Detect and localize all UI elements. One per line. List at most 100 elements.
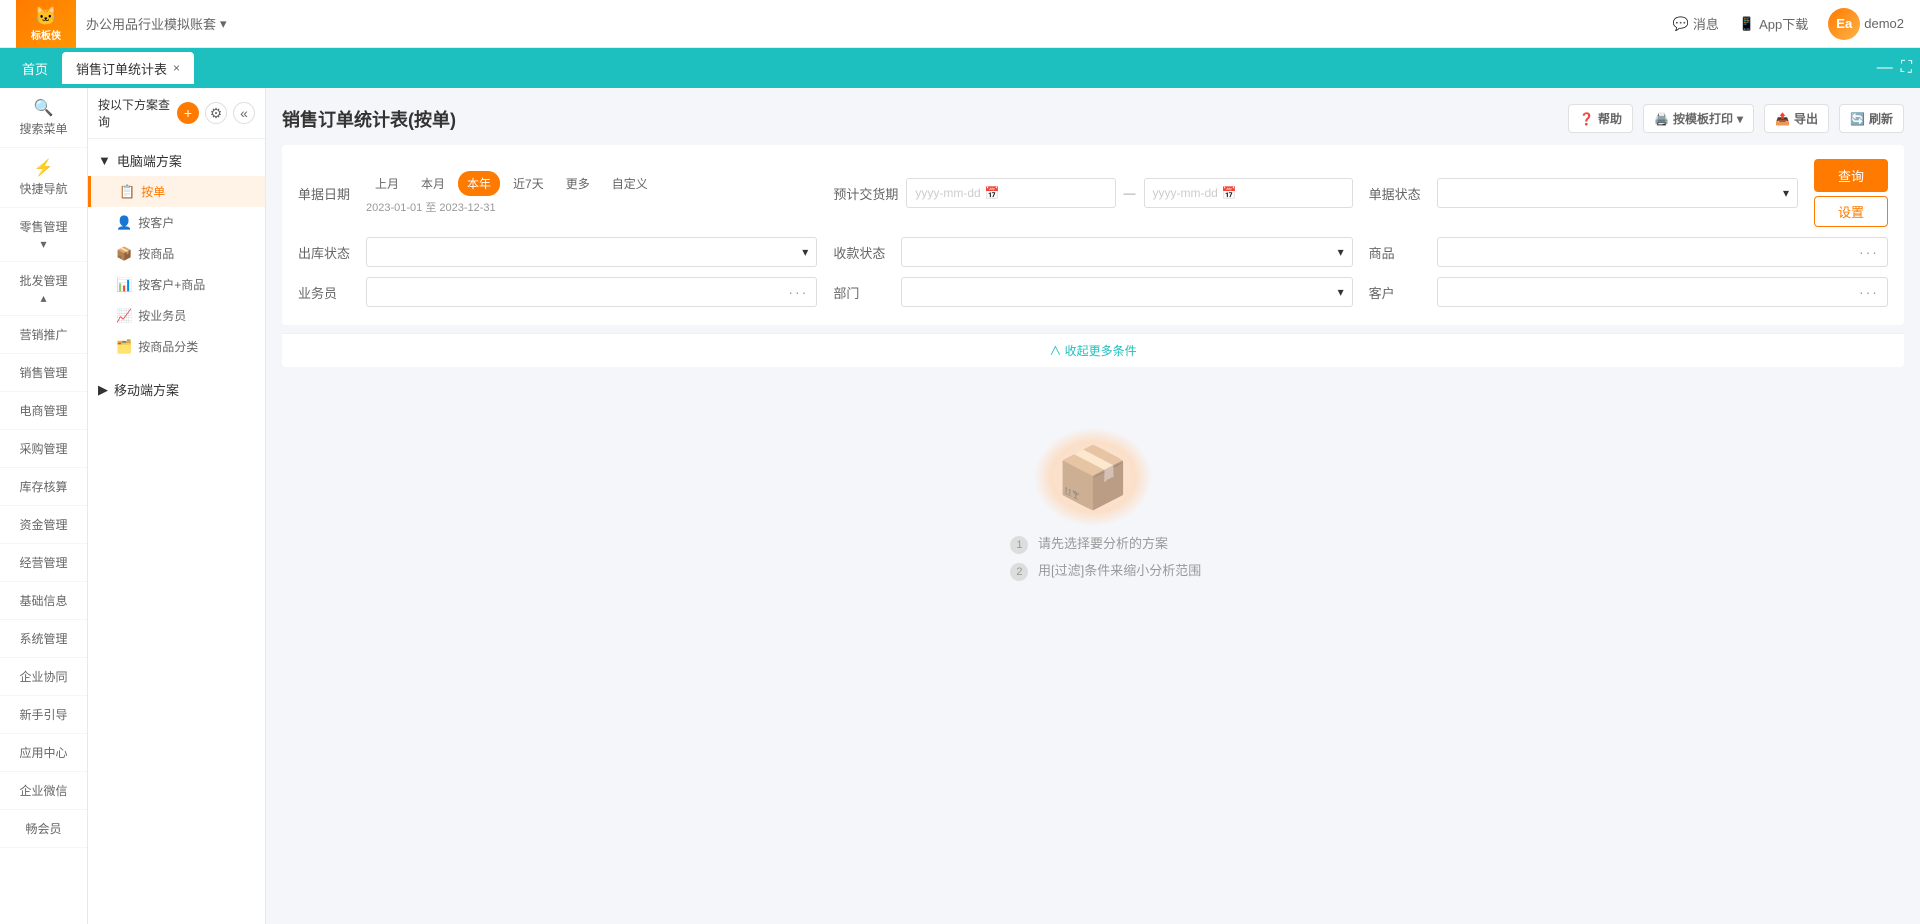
empty-state: 📦 1 请先选择要分析的方案 2 用[过滤]条件来缩小分析范围 xyxy=(282,367,1904,647)
sidebar-item-enterprise[interactable]: 企业协同 xyxy=(0,658,87,696)
filter-group-bill-status: 单据状态 ▾ 查询 设置 xyxy=(1369,159,1888,227)
export-btn[interactable]: 📤 导出 xyxy=(1764,104,1829,133)
tab-sales-order[interactable]: 销售订单统计表 × xyxy=(62,52,194,84)
sidebar-finance-label: 资金管理 xyxy=(19,516,67,533)
sidebar-item-app-center[interactable]: 应用中心 xyxy=(0,734,87,772)
chevron-down-icon2: ▾ xyxy=(1737,112,1743,126)
sidebar-item-marketing[interactable]: 营销推广 xyxy=(0,316,87,354)
sidebar-item-search[interactable]: 🔍 搜索菜单 xyxy=(0,88,87,148)
by-order-icon: 📋 xyxy=(119,184,135,200)
sidebar-inventory-label: 库存核算 xyxy=(19,478,67,495)
date-range-text: 2023-01-01 至 2023-12-31 xyxy=(366,199,817,215)
sidebar-item-inventory[interactable]: 库存核算 xyxy=(0,468,87,506)
scheme-section-mobile-header[interactable]: ▶ 移动端方案 xyxy=(88,374,265,405)
sidebar-membership-label: 畅会员 xyxy=(25,820,61,837)
chevron-right-icon: ▾ xyxy=(40,237,46,251)
scheme-section-desktop-header[interactable]: ▼ 电脑端方案 xyxy=(88,145,265,176)
setup-btn[interactable]: 设置 xyxy=(1814,196,1888,227)
filter-group-collection: 收款状态 ▾ xyxy=(833,237,1352,267)
sidebar: 🔍 搜索菜单 ⚡ 快捷导航 零售管理 ▾ 批发管理 ▴ 营销推广 销售管理 电商… xyxy=(0,88,88,924)
sidebar-enterprise-label: 企业协同 xyxy=(19,668,67,685)
main-content: 销售订单统计表(按单) ❓ 帮助 🖨️ 按模板打印 ▾ 📤 导出 xyxy=(266,88,1920,924)
settings-scheme-btn[interactable]: ⚙ xyxy=(205,102,227,124)
collapse-bar[interactable]: ∧ 收起更多条件 xyxy=(282,333,1904,367)
delivery-start-input[interactable]: yyyy-mm-dd 📅 xyxy=(906,178,1115,208)
department-select[interactable]: ▾ xyxy=(901,277,1352,307)
export-icon: 📤 xyxy=(1775,112,1790,126)
avatar: Ea xyxy=(1828,8,1860,40)
by-category-label: 按商品分类 xyxy=(138,338,198,355)
scheme-item-by-category[interactable]: 🗂️ 按商品分类 xyxy=(88,331,265,362)
bill-status-select[interactable]: ▾ xyxy=(1437,178,1798,208)
sidebar-item-retail[interactable]: 零售管理 ▾ xyxy=(0,208,87,262)
bill-date-label: 单据日期 xyxy=(298,184,358,203)
dq-this-year[interactable]: 本年 xyxy=(458,171,500,196)
sidebar-item-shortcuts[interactable]: ⚡ 快捷导航 xyxy=(0,148,87,208)
collapse-icon: ∧ xyxy=(1049,344,1061,358)
dq-more[interactable]: 更多 xyxy=(557,171,599,196)
scheme-item-by-salesperson[interactable]: 📈 按业务员 xyxy=(88,300,265,331)
messages-btn[interactable]: 💬 消息 xyxy=(1673,14,1719,33)
salesperson-input[interactable]: ··· xyxy=(366,277,817,307)
scheme-item-by-goods[interactable]: 📦 按商品 xyxy=(88,238,265,269)
by-category-icon: 🗂️ xyxy=(116,339,132,355)
sidebar-new-user-label: 新手引导 xyxy=(19,706,67,723)
scheme-item-by-order[interactable]: 📋 按单 xyxy=(88,176,265,207)
main-layout: 🔍 搜索菜单 ⚡ 快捷导航 零售管理 ▾ 批发管理 ▴ 营销推广 销售管理 电商… xyxy=(0,88,1920,924)
topbar-right: 💬 消息 📱 App下载 Ea demo2 xyxy=(1673,8,1904,40)
app-download-label: App下载 xyxy=(1759,14,1808,33)
sidebar-ecommerce-label: 电商管理 xyxy=(19,402,67,419)
collection-select[interactable]: ▾ xyxy=(901,237,1352,267)
sidebar-item-basic-info[interactable]: 基础信息 xyxy=(0,582,87,620)
sidebar-item-membership[interactable]: 畅会员 xyxy=(0,810,87,848)
tab-home-label: 首页 xyxy=(22,59,48,78)
filter-row-1: 单据日期 上月 本月 本年 近7天 更多 自定义 2023-01-01 至 20… xyxy=(298,159,1888,227)
sidebar-item-new-user[interactable]: 新手引导 xyxy=(0,696,87,734)
page-title: 销售订单统计表(按单) xyxy=(282,106,456,132)
delivery-end-input[interactable]: yyyy-mm-dd 📅 xyxy=(1144,178,1353,208)
panel-title: 按以下方案查询 xyxy=(98,96,171,130)
dq-last-month[interactable]: 上月 xyxy=(366,171,408,196)
tab-home[interactable]: 首页 xyxy=(8,52,62,84)
sidebar-item-sales[interactable]: 销售管理 xyxy=(0,354,87,392)
chevron-right-icon2: ▶ xyxy=(98,382,108,398)
sidebar-item-purchase[interactable]: 采购管理 xyxy=(0,430,87,468)
template-print-btn[interactable]: 🖨️ 按模板打印 ▾ xyxy=(1643,104,1754,133)
sidebar-item-ecommerce[interactable]: 电商管理 xyxy=(0,392,87,430)
goods-input[interactable]: ··· xyxy=(1437,237,1888,267)
collapse-panel-btn[interactable]: « xyxy=(233,102,255,124)
maximize-icon[interactable]: ⛶ xyxy=(1901,59,1912,77)
topbar: 🐱 标板侠 办公用品行业模拟账套 ▾ 💬 消息 📱 App下载 Ea demo2 xyxy=(0,0,1920,48)
sidebar-item-operations[interactable]: 经营管理 xyxy=(0,544,87,582)
step1-text: 请先选择要分析的方案 xyxy=(1038,536,1168,551)
query-btn[interactable]: 查询 xyxy=(1814,159,1888,192)
dq-last7days[interactable]: 近7天 xyxy=(504,171,553,196)
tabbar: 首页 销售订单统计表 × — ⛶ xyxy=(0,48,1920,88)
help-btn[interactable]: ❓ 帮助 xyxy=(1568,104,1633,133)
dq-custom[interactable]: 自定义 xyxy=(603,171,657,196)
minimize-icon[interactable]: — xyxy=(1877,59,1893,77)
sidebar-item-wechat[interactable]: 企业微信 xyxy=(0,772,87,810)
user-menu[interactable]: Ea demo2 xyxy=(1828,8,1904,40)
customer-more-icon: ··· xyxy=(1859,284,1879,300)
sidebar-item-finance[interactable]: 资金管理 xyxy=(0,506,87,544)
print-icon: 🖨️ xyxy=(1654,112,1669,126)
by-customer-goods-icon: 📊 xyxy=(116,277,132,293)
tab-close-icon[interactable]: × xyxy=(173,61,180,75)
refresh-btn[interactable]: 🔄 刷新 xyxy=(1839,104,1904,133)
sidebar-item-system[interactable]: 系统管理 xyxy=(0,620,87,658)
dq-this-month[interactable]: 本月 xyxy=(412,171,454,196)
add-scheme-btn[interactable]: + xyxy=(177,102,199,124)
company-name: 办公用品行业模拟账套 xyxy=(86,14,216,33)
left-panel-toolbar: 按以下方案查询 + ⚙ « xyxy=(88,88,265,139)
by-goods-label: 按商品 xyxy=(138,245,174,262)
scheme-item-by-customer[interactable]: 👤 按客户 xyxy=(88,207,265,238)
app-download-btn[interactable]: 📱 App下载 xyxy=(1739,14,1808,33)
outbound-select[interactable]: ▾ xyxy=(366,237,817,267)
filter-group-salesperson: 业务员 ··· xyxy=(298,277,817,307)
scheme-item-by-customer-goods[interactable]: 📊 按客户+商品 xyxy=(88,269,265,300)
company-selector[interactable]: 办公用品行业模拟账套 ▾ xyxy=(86,14,227,33)
sidebar-item-wholesale[interactable]: 批发管理 ▴ xyxy=(0,262,87,316)
by-customer-icon: 👤 xyxy=(116,215,132,231)
customer-input[interactable]: ··· xyxy=(1437,277,1888,307)
